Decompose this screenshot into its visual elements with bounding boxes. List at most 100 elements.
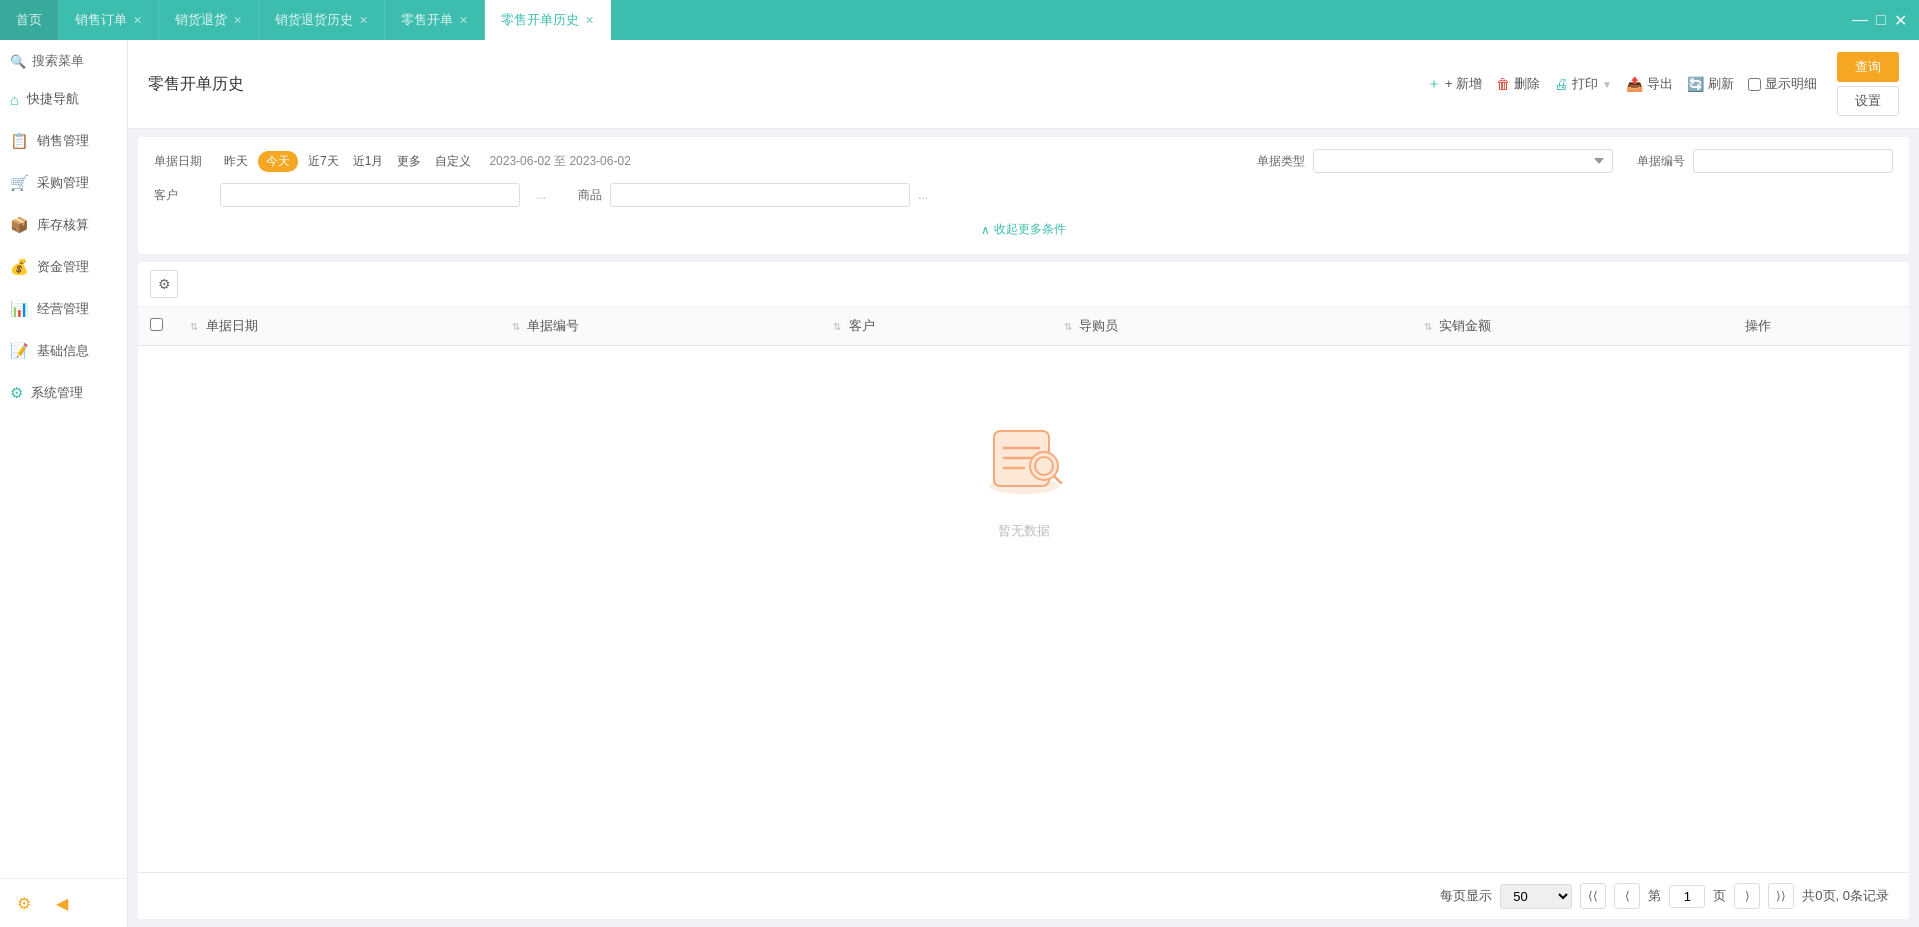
delete-icon: 🗑	[1496, 76, 1510, 92]
last-page-btn[interactable]: ⟩⟩	[1768, 883, 1794, 909]
tab-home-label: 首页	[16, 11, 42, 29]
tab-retail-open[interactable]: 零售开单 ✕	[385, 0, 485, 40]
sort-amount-icon[interactable]: ⇅	[1424, 321, 1432, 332]
print-icon: 🖨	[1554, 76, 1568, 92]
tab-sales-return[interactable]: 销货退货 ✕	[159, 0, 259, 40]
tab-sales-order-close[interactable]: ✕	[133, 14, 142, 27]
date-range-display: 2023-06-02 至 2023-06-02	[489, 153, 630, 170]
customer-input[interactable]	[220, 183, 520, 207]
tab-sales-return-history-label: 销货退货历史	[275, 11, 353, 29]
type-filter-select[interactable]	[1313, 149, 1613, 173]
sidebar-item-sales-mgmt[interactable]: 📋 销售管理	[0, 120, 127, 162]
type-filter-label: 单据类型	[1257, 153, 1305, 170]
sidebar-item-basic-info[interactable]: 📝 基础信息	[0, 330, 127, 372]
print-button[interactable]: 🖨 打印 ▼	[1554, 75, 1612, 93]
tab-sales-return-history[interactable]: 销货退货历史 ✕	[259, 0, 385, 40]
sidebar-item-operation[interactable]: 📊 经营管理	[0, 288, 127, 330]
tab-sales-order[interactable]: 销售订单 ✕	[59, 0, 159, 40]
date-btn-more[interactable]: 更多	[393, 151, 425, 172]
sidebar-nav: ⌂ 快捷导航 📋 销售管理 🛒 采购管理 📦 库存核算 💰 资金管理 📊	[0, 78, 127, 878]
collapse-btn[interactable]: ∧ 收起更多条件	[154, 217, 1893, 242]
sidebar-settings-btn[interactable]: ⚙	[10, 889, 38, 917]
col-action: 操作	[1733, 307, 1909, 346]
date-btn-yesterday[interactable]: 昨天	[220, 151, 252, 172]
sales-mgmt-label: 销售管理	[37, 132, 89, 150]
sidebar-search[interactable]: 🔍 搜索菜单	[0, 40, 127, 78]
svg-line-8	[1054, 476, 1061, 483]
settings-gear-icon: ⚙	[17, 894, 31, 913]
table-scroll[interactable]: ⇅ 单据日期 ⇅ 单据编号 ⇅ 客户	[138, 307, 1909, 872]
tab-retail-open-label: 零售开单	[401, 11, 453, 29]
tab-retail-open-history-label: 零售开单历史	[501, 11, 579, 29]
tab-sales-return-history-close[interactable]: ✕	[359, 14, 368, 27]
operation-label: 经营管理	[37, 300, 89, 318]
tab-sales-order-label: 销售订单	[75, 11, 127, 29]
tab-bar: 首页 销售订单 ✕ 销货退货 ✕ 销货退货历史 ✕ 零售开单 ✕ 零售开单历史 …	[0, 0, 1919, 40]
sidebar-item-inventory[interactable]: 📦 库存核算	[0, 204, 127, 246]
sidebar-item-purchase-mgmt[interactable]: 🛒 采购管理	[0, 162, 127, 204]
empty-text: 暂无数据	[998, 522, 1050, 540]
tab-retail-open-close[interactable]: ✕	[459, 14, 468, 27]
purchase-mgmt-icon: 🛒	[10, 174, 29, 192]
display-checkbox[interactable]	[1748, 78, 1761, 91]
prev-page-btn[interactable]: ⟨	[1614, 883, 1640, 909]
quick-nav-label: 快捷导航	[27, 90, 79, 108]
tab-retail-open-history-close[interactable]: ✕	[585, 14, 594, 27]
sort-guide-icon[interactable]: ⇅	[1064, 321, 1072, 332]
finance-label: 资金管理	[37, 258, 89, 276]
delete-button[interactable]: 🗑 删除	[1496, 75, 1540, 93]
system-icon: ⚙	[10, 384, 23, 402]
data-table: ⇅ 单据日期 ⇅ 单据编号 ⇅ 客户	[138, 307, 1909, 346]
purchase-mgmt-label: 采购管理	[37, 174, 89, 192]
table-container: ⚙ ⇅ 单据日期	[138, 262, 1909, 919]
page-size-select[interactable]: 50 10 20 100	[1500, 884, 1572, 909]
empty-state: 暂无数据	[138, 346, 1909, 600]
order-no-input[interactable]	[1693, 149, 1893, 173]
maximize-btn[interactable]: □	[1876, 11, 1886, 29]
date-btn-custom[interactable]: 自定义	[431, 151, 475, 172]
table-settings-btn[interactable]: ⚙	[150, 270, 178, 298]
query-button[interactable]: 查询	[1837, 52, 1899, 82]
page-title: 零售开单历史	[148, 74, 244, 95]
sort-date-icon[interactable]: ⇅	[190, 321, 198, 332]
first-page-btn[interactable]: ⟨⟨	[1580, 883, 1606, 909]
export-button[interactable]: 📤 导出	[1626, 75, 1673, 93]
sidebar-item-finance[interactable]: 💰 资金管理	[0, 246, 127, 288]
order-no-filter-label: 单据编号	[1637, 153, 1685, 170]
header-actions: ＋ + 新增 🗑 删除 🖨 打印 ▼ 📤 导出 🔄	[1427, 52, 1899, 116]
col-customer: ⇅ 客户	[821, 307, 1051, 346]
sales-mgmt-icon: 📋	[10, 132, 29, 150]
col-no: ⇅ 单据编号	[500, 307, 822, 346]
add-button[interactable]: ＋ + 新增	[1427, 75, 1482, 93]
add-icon: ＋	[1427, 75, 1441, 93]
sidebar-item-quick-nav[interactable]: ⌂ 快捷导航	[0, 78, 127, 120]
page-input[interactable]	[1669, 885, 1705, 908]
settings-button[interactable]: 设置	[1837, 86, 1899, 116]
tab-retail-open-history[interactable]: 零售开单历史 ✕	[485, 0, 611, 40]
sort-customer-icon[interactable]: ⇅	[833, 321, 841, 332]
col-guide: ⇅ 导购员	[1052, 307, 1328, 346]
goods-input[interactable]	[610, 183, 910, 207]
window-controls: — □ ✕	[1852, 11, 1919, 30]
customer-ellipsis[interactable]: ...	[536, 188, 546, 202]
date-btn-today[interactable]: 今天	[258, 151, 298, 172]
next-page-btn[interactable]: ⟩	[1734, 883, 1760, 909]
close-btn[interactable]: ✕	[1894, 11, 1907, 30]
sidebar-collapse-btn[interactable]: ◀	[48, 889, 76, 917]
tab-sales-return-close[interactable]: ✕	[233, 14, 242, 27]
quick-nav-icon: ⌂	[10, 91, 19, 108]
select-all-checkbox[interactable]	[150, 318, 163, 331]
refresh-icon: 🔄	[1687, 76, 1704, 92]
tab-home[interactable]: 首页	[0, 0, 59, 40]
sort-no-icon[interactable]: ⇅	[512, 321, 520, 332]
minimize-btn[interactable]: —	[1852, 11, 1868, 29]
display-toggle[interactable]: 显示明细	[1748, 75, 1817, 93]
date-btn-1month[interactable]: 近1月	[349, 151, 388, 172]
sidebar-item-system[interactable]: ⚙ 系统管理	[0, 372, 127, 414]
col-spacer	[1328, 307, 1412, 346]
date-btn-7days[interactable]: 近7天	[304, 151, 343, 172]
refresh-button[interactable]: 🔄 刷新	[1687, 75, 1734, 93]
pagination-bar: 每页显示 50 10 20 100 ⟨⟨ ⟨ 第 页 ⟩ ⟩⟩ 共0页, 0条记…	[138, 872, 1909, 919]
refresh-label: 刷新	[1708, 75, 1734, 93]
goods-ellipsis[interactable]: ...	[918, 188, 928, 202]
